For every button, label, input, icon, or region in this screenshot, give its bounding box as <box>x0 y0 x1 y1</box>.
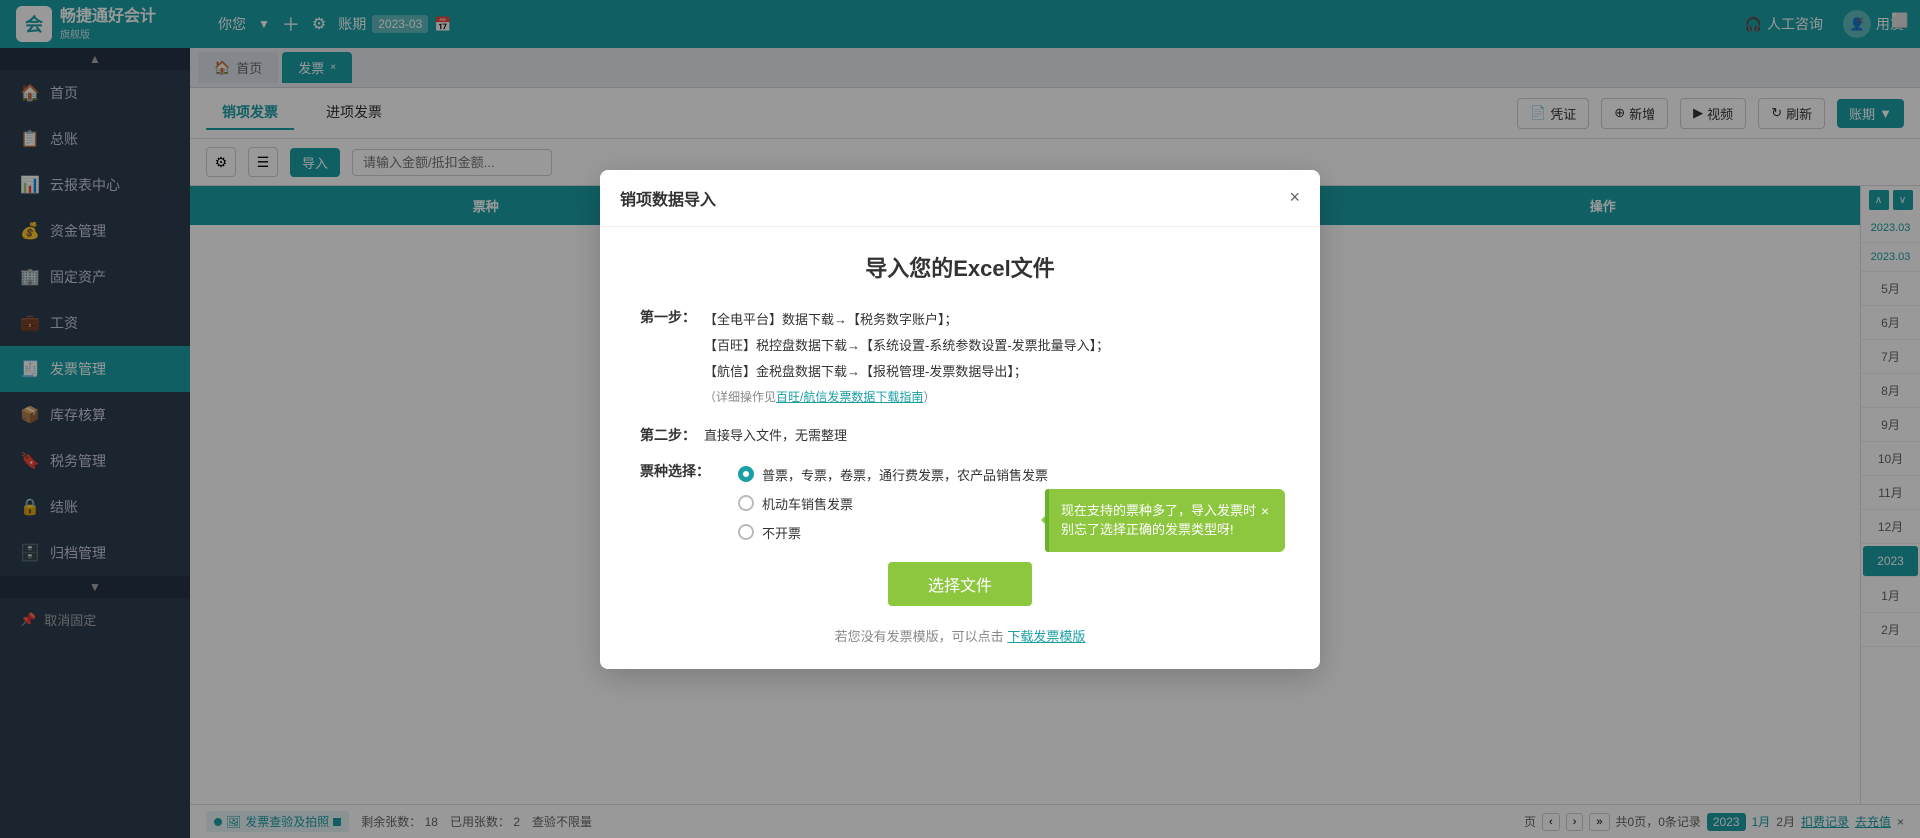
step1-label: 第一步： <box>640 307 696 327</box>
step1-row: 第一步： 【全电平台】数据下载→【税务数字账户】； 【百旺】税控盘数据下载→【系… <box>640 307 1280 409</box>
radio-option-1[interactable]: 普票，专票，卷票，通行费发票，农产品销售发票 <box>738 465 1048 484</box>
download-template-link[interactable]: 下载发票模版 <box>1007 629 1085 644</box>
dialog-title: 销项数据导入 <box>620 186 716 210</box>
radio-circle-1 <box>738 466 754 482</box>
import-title: 导入您的Excel文件 <box>640 251 1280 283</box>
step2-content: 直接导入文件，无需整理 <box>704 425 847 444</box>
download-guide-link[interactable]: 百旺/航信发票数据下载指南 <box>776 390 923 404</box>
step2-row: 第二步： 直接导入文件，无需整理 <box>640 425 1280 445</box>
step1-line1: 【全电平台】数据下载→【税务数字账户】； <box>704 307 1109 333</box>
radio-option-2[interactable]: 机动车销售发票 <box>738 494 1048 513</box>
tooltip-balloon: × 现在支持的票种多了，导入发票时别忘了选择正确的发票类型呀! <box>1045 489 1285 552</box>
select-file-button[interactable]: 选择文件 <box>888 562 1032 606</box>
radio-label-3: 不开票 <box>762 523 801 542</box>
radio-label-2: 机动车销售发票 <box>762 494 853 513</box>
tooltip-close-button[interactable]: × <box>1261 501 1269 522</box>
step1-line2: 【百旺】税控盘数据下载→【系统设置-系统参数设置-发票批量导入】； <box>704 333 1109 359</box>
tooltip-content: 现在支持的票种多了，导入发票时别忘了选择正确的发票类型呀! <box>1061 503 1256 538</box>
radio-group: 普票，专票，卷票，通行费发票，农产品销售发票 机动车销售发票 不开票 <box>718 465 1048 542</box>
step-2: 第二步： 直接导入文件，无需整理 <box>640 425 1280 445</box>
step1-content: 【全电平台】数据下载→【税务数字账户】； 【百旺】税控盘数据下载→【系统设置-系… <box>704 307 1109 409</box>
dialog-body: 导入您的Excel文件 第一步： 【全电平台】数据下载→【税务数字账户】； 【百… <box>600 227 1320 669</box>
ticket-choice: 票种选择： 普票，专票，卷票，通行费发票，农产品销售发票 机动车销售发票 <box>640 461 1280 542</box>
step1-line3: 【航信】金税盘数据下载→【报税管理-发票数据导出】； <box>704 359 1109 385</box>
dialog-header: 销项数据导入 × <box>600 170 1320 227</box>
step2-label: 第二步： <box>640 425 696 445</box>
radio-option-3[interactable]: 不开票 <box>738 523 1048 542</box>
modal-overlay: 销项数据导入 × 导入您的Excel文件 第一步： 【全电平台】数据下载→【税务… <box>0 0 1920 838</box>
import-dialog: 销项数据导入 × 导入您的Excel文件 第一步： 【全电平台】数据下载→【税务… <box>600 170 1320 669</box>
step1-note: （详细操作见百旺/航信发票数据下载指南） <box>704 385 1109 409</box>
radio-circle-3 <box>738 524 754 540</box>
radio-circle-2 <box>738 495 754 511</box>
radio-label-1: 普票，专票，卷票，通行费发票，农产品销售发票 <box>762 465 1048 484</box>
dialog-close-button[interactable]: × <box>1289 187 1300 208</box>
tooltip-bar <box>1045 489 1049 552</box>
ticket-label: 票种选择： <box>640 461 710 481</box>
step-1: 第一步： 【全电平台】数据下载→【税务数字账户】； 【百旺】税控盘数据下载→【系… <box>640 307 1280 409</box>
dialog-footer-note: 若您没有发票模版，可以点击 下载发票模版 <box>640 626 1280 645</box>
